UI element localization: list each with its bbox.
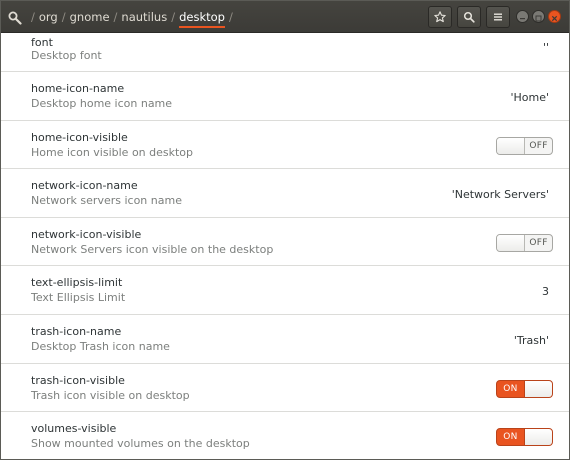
key-row-trash-icon-visible[interactable]: trash-icon-visible Trash icon visible on… — [1, 364, 569, 413]
dconf-editor-window: / org / gnome / nautilus / desktop / fon… — [0, 0, 570, 460]
bookmark-button[interactable] — [428, 6, 452, 28]
key-row-home-icon-name[interactable]: home-icon-name Desktop home icon name 'H… — [1, 72, 569, 121]
switch-label: ON — [503, 383, 518, 394]
key-row-network-icon-visible[interactable]: network-icon-visible Network Servers ico… — [1, 218, 569, 267]
key-name: network-icon-visible — [31, 227, 142, 241]
minimize-button[interactable] — [516, 10, 529, 23]
key-row-network-icon-name[interactable]: network-icon-name Network servers icon n… — [1, 169, 569, 218]
switch-knob — [524, 429, 552, 446]
menu-button[interactable] — [486, 6, 510, 28]
key-value: 'Home' — [510, 91, 549, 104]
breadcrumb-separator: / — [31, 9, 35, 24]
breadcrumb-separator: / — [171, 9, 176, 24]
switch-knob — [497, 137, 525, 154]
key-summary: Network servers icon name — [31, 194, 182, 208]
key-name: trash-icon-visible — [31, 373, 125, 387]
breadcrumb-separator: / — [113, 9, 118, 24]
dconf-editor-app-icon — [8, 10, 22, 25]
maximize-button[interactable] — [532, 10, 545, 23]
breadcrumb-desktop[interactable]: desktop — [179, 10, 225, 28]
window-controls — [516, 10, 561, 23]
close-button[interactable] — [548, 10, 561, 23]
key-summary: Home icon visible on desktop — [31, 145, 194, 159]
menu-icon — [492, 8, 504, 27]
network-icon-visible-switch[interactable]: OFF — [496, 233, 553, 252]
key-name: home-icon-visible — [31, 130, 128, 144]
key-name: home-icon-name — [31, 82, 125, 95]
star-icon — [434, 8, 446, 27]
key-summary: Network Servers icon visible on the desk… — [31, 242, 274, 256]
key-row-text-ellipsis-limit[interactable]: text-ellipsis-limit Text Ellipsis Limit … — [1, 266, 569, 315]
key-name: trash-icon-name — [31, 324, 122, 338]
trash-icon-visible-switch[interactable]: ON — [496, 379, 553, 398]
key-summary: Text Ellipsis Limit — [31, 291, 126, 305]
key-row-font[interactable]: font Desktop font '' — [1, 34, 569, 72]
key-summary: Trash icon visible on desktop — [31, 388, 190, 402]
search-button[interactable] — [457, 6, 481, 28]
minimize-icon — [519, 7, 526, 26]
key-row-home-icon-visible[interactable]: home-icon-visible Home icon visible on d… — [1, 121, 569, 170]
key-summary: Desktop home icon name — [31, 97, 173, 110]
breadcrumb-separator: / — [61, 9, 66, 24]
key-value: 'Trash' — [513, 333, 549, 347]
key-summary: Desktop Trash icon name — [31, 339, 170, 353]
keys-list: font Desktop font '' home-icon-name Desk… — [1, 34, 569, 460]
key-name: font — [31, 36, 53, 49]
key-name: text-ellipsis-limit — [31, 276, 123, 290]
key-summary: Show mounted volumes on the desktop — [31, 437, 250, 451]
switch-label: OFF — [529, 237, 548, 248]
switch-knob — [524, 380, 552, 397]
key-value: 'Network Servers' — [451, 188, 549, 202]
switch-label: OFF — [529, 140, 548, 151]
key-value: '' — [542, 41, 549, 54]
breadcrumb-gnome[interactable]: gnome — [70, 10, 110, 24]
home-icon-visible-switch[interactable]: OFF — [496, 136, 553, 155]
breadcrumb-org[interactable]: org — [39, 10, 58, 24]
header-buttons — [428, 6, 510, 28]
header-bar: / org / gnome / nautilus / desktop / — [1, 1, 569, 33]
switch-label: ON — [503, 432, 518, 443]
breadcrumb-separator: / — [228, 9, 233, 24]
volumes-visible-switch[interactable]: ON — [496, 428, 553, 447]
breadcrumb: / org / gnome / nautilus / desktop / — [27, 1, 237, 33]
breadcrumb-nautilus[interactable]: nautilus — [121, 10, 167, 24]
key-name: network-icon-name — [31, 179, 138, 193]
key-value: 3 — [542, 285, 549, 299]
search-icon — [463, 8, 475, 27]
key-summary: Desktop font — [31, 49, 102, 62]
maximize-icon — [535, 7, 542, 26]
key-name: volumes-visible — [31, 422, 117, 436]
close-icon — [551, 7, 558, 26]
key-row-volumes-visible[interactable]: volumes-visible Show mounted volumes on … — [1, 412, 569, 460]
switch-knob — [497, 234, 525, 251]
key-row-trash-icon-name[interactable]: trash-icon-name Desktop Trash icon name … — [1, 315, 569, 364]
